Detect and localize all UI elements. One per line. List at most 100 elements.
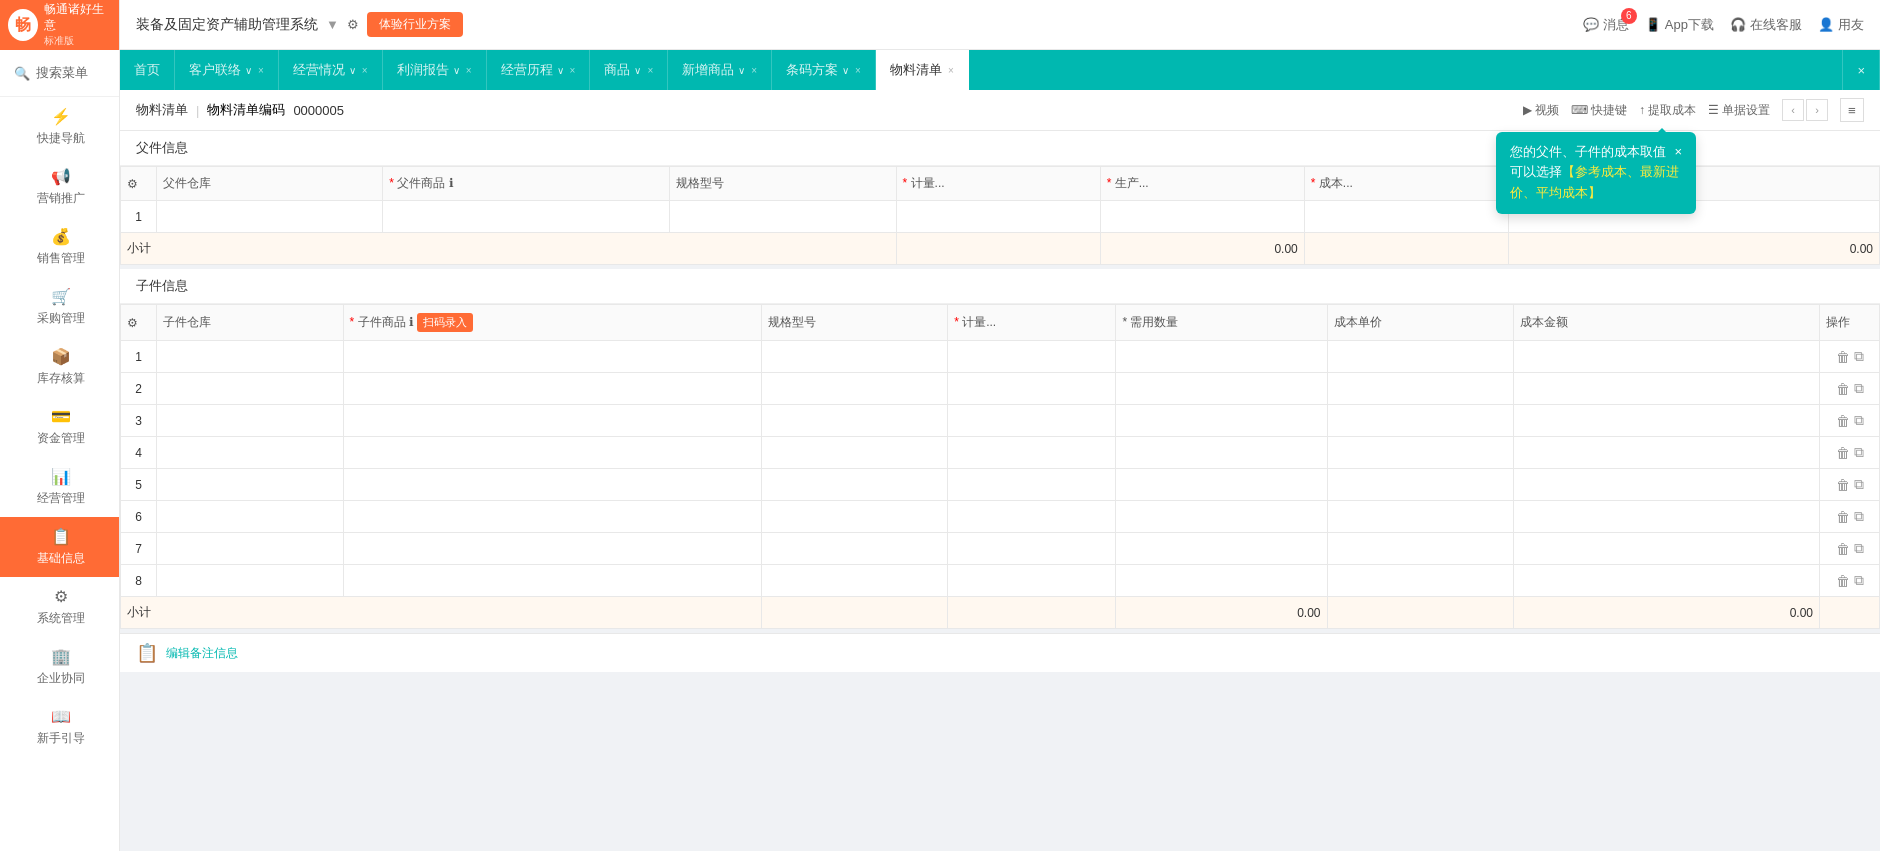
parent-cost-cell[interactable] [1304, 201, 1508, 233]
delete-icon[interactable]: 🗑 [1836, 413, 1850, 429]
child-cost-amount-cell[interactable] [1514, 405, 1820, 437]
prev-record-button[interactable]: ‹ [1782, 99, 1804, 121]
child-cost-amount-cell[interactable] [1514, 533, 1820, 565]
child-unit-cell[interactable] [948, 565, 1116, 597]
shortcut-action[interactable]: ⌨ 快捷键 [1571, 102, 1627, 119]
child-cost-amount-cell[interactable] [1514, 565, 1820, 597]
child-quantity-cell[interactable] [1116, 341, 1327, 373]
child-unit-cost-cell[interactable] [1327, 373, 1514, 405]
child-quantity-cell[interactable] [1116, 373, 1327, 405]
child-spec-cell[interactable] [761, 341, 948, 373]
trial-button[interactable]: 体验行业方案 [367, 12, 463, 37]
search-menu-button[interactable]: 🔍 搜索菜单 [8, 58, 111, 88]
child-warehouse-cell[interactable] [157, 405, 344, 437]
child-unit-cell[interactable] [948, 437, 1116, 469]
child-warehouse-cell[interactable] [157, 373, 344, 405]
tab-close-icon[interactable]: × [948, 65, 954, 76]
copy-icon[interactable]: ⧉ [1854, 412, 1864, 429]
child-goods-cell[interactable] [343, 437, 761, 469]
child-unit-cell[interactable] [948, 533, 1116, 565]
child-warehouse-cell[interactable] [157, 469, 344, 501]
sidebar-item-quick-nav[interactable]: ⚡ 快捷导航 [0, 97, 119, 157]
tab-close-icon[interactable]: × [466, 65, 472, 76]
tab-customers[interactable]: 客户联络 ∨ × [175, 50, 279, 90]
delete-icon[interactable]: 🗑 [1836, 349, 1850, 365]
delete-icon[interactable]: 🗑 [1836, 381, 1850, 397]
single-settings-action[interactable]: ☰ 单据设置 [1708, 102, 1770, 119]
child-unit-cost-cell[interactable] [1327, 501, 1514, 533]
child-quantity-cell[interactable] [1116, 405, 1327, 437]
child-spec-cell[interactable] [761, 565, 948, 597]
copy-icon[interactable]: ⧉ [1854, 572, 1864, 589]
child-warehouse-cell[interactable] [157, 341, 344, 373]
app-download-item[interactable]: 📱 App下载 [1645, 16, 1714, 34]
parent-warehouse-cell[interactable] [157, 201, 383, 233]
copy-icon[interactable]: ⧉ [1854, 476, 1864, 493]
messages-item[interactable]: 💬 消息 6 [1583, 16, 1629, 34]
tab-close-all[interactable]: × [1842, 50, 1880, 90]
child-quantity-cell[interactable] [1116, 533, 1327, 565]
tab-close-icon[interactable]: × [751, 65, 757, 76]
child-spec-cell[interactable] [761, 405, 948, 437]
tab-goods[interactable]: 商品 ∨ × [590, 50, 668, 90]
parent-production-cell[interactable] [1100, 201, 1304, 233]
copy-icon[interactable]: ⧉ [1854, 348, 1864, 365]
sidebar-item-basic-info[interactable]: 📋 基础信息 [0, 517, 119, 577]
user-item[interactable]: 👤 用友 [1818, 16, 1864, 34]
extract-cost-action[interactable]: ↑ 提取成本 × 您的父件、子件的成本取值可以选择【参考成本、最新进价、平均成本… [1639, 102, 1696, 119]
sidebar-item-purchase[interactable]: 🛒 采购管理 [0, 277, 119, 337]
sidebar-item-sales[interactable]: 💰 销售管理 [0, 217, 119, 277]
tab-operations[interactable]: 经营情况 ∨ × [279, 50, 383, 90]
sidebar-item-operations[interactable]: 📊 经营管理 [0, 457, 119, 517]
child-cost-amount-cell[interactable] [1514, 469, 1820, 501]
sidebar-item-enterprise[interactable]: 🏢 企业协同 [0, 637, 119, 697]
child-goods-cell[interactable] [343, 469, 761, 501]
child-unit-cell[interactable] [948, 373, 1116, 405]
child-spec-cell[interactable] [761, 533, 948, 565]
copy-icon[interactable]: ⧉ [1854, 380, 1864, 397]
next-record-button[interactable]: › [1806, 99, 1828, 121]
parent-unit-cell[interactable] [896, 201, 1100, 233]
tab-close-icon[interactable]: × [570, 65, 576, 76]
child-warehouse-cell[interactable] [157, 533, 344, 565]
tooltip-close-button[interactable]: × [1674, 142, 1682, 163]
child-cost-amount-cell[interactable] [1514, 437, 1820, 469]
tab-bom[interactable]: 物料清单 × [876, 50, 969, 90]
copy-icon[interactable]: ⧉ [1854, 444, 1864, 461]
child-unit-cell[interactable] [948, 405, 1116, 437]
child-goods-cell[interactable] [343, 533, 761, 565]
child-col-settings[interactable]: ⚙ [121, 305, 157, 341]
child-warehouse-cell[interactable] [157, 501, 344, 533]
scan-badge[interactable]: 扫码录入 [417, 313, 473, 332]
copy-icon[interactable]: ⧉ [1854, 508, 1864, 525]
child-spec-cell[interactable] [761, 437, 948, 469]
child-goods-cell[interactable] [343, 501, 761, 533]
child-unit-cell[interactable] [948, 341, 1116, 373]
child-quantity-cell[interactable] [1116, 469, 1327, 501]
child-cost-amount-cell[interactable] [1514, 373, 1820, 405]
video-action[interactable]: ▶ 视频 [1523, 102, 1559, 119]
delete-icon[interactable]: 🗑 [1836, 573, 1850, 589]
child-quantity-cell[interactable] [1116, 501, 1327, 533]
child-spec-cell[interactable] [761, 469, 948, 501]
child-goods-cell[interactable] [343, 341, 761, 373]
sidebar-item-inventory[interactable]: 📦 库存核算 [0, 337, 119, 397]
child-unit-cost-cell[interactable] [1327, 533, 1514, 565]
child-unit-cost-cell[interactable] [1327, 437, 1514, 469]
child-unit-cost-cell[interactable] [1327, 565, 1514, 597]
tab-close-icon[interactable]: × [855, 65, 861, 76]
child-spec-cell[interactable] [761, 501, 948, 533]
tab-close-icon[interactable]: × [258, 65, 264, 76]
child-cost-amount-cell[interactable] [1514, 501, 1820, 533]
sidebar-item-finance[interactable]: 💳 资金管理 [0, 397, 119, 457]
child-unit-cost-cell[interactable] [1327, 341, 1514, 373]
sidebar-item-guide[interactable]: 📖 新手引导 [0, 697, 119, 757]
child-quantity-cell[interactable] [1116, 437, 1327, 469]
child-goods-cell[interactable] [343, 405, 761, 437]
tab-barcode[interactable]: 条码方案 ∨ × [772, 50, 876, 90]
settings-icon[interactable]: ⚙ [347, 17, 359, 32]
tab-close-icon[interactable]: × [362, 65, 368, 76]
tab-profit[interactable]: 利润报告 ∨ × [383, 50, 487, 90]
child-goods-cell[interactable] [343, 565, 761, 597]
delete-icon[interactable]: 🗑 [1836, 509, 1850, 525]
